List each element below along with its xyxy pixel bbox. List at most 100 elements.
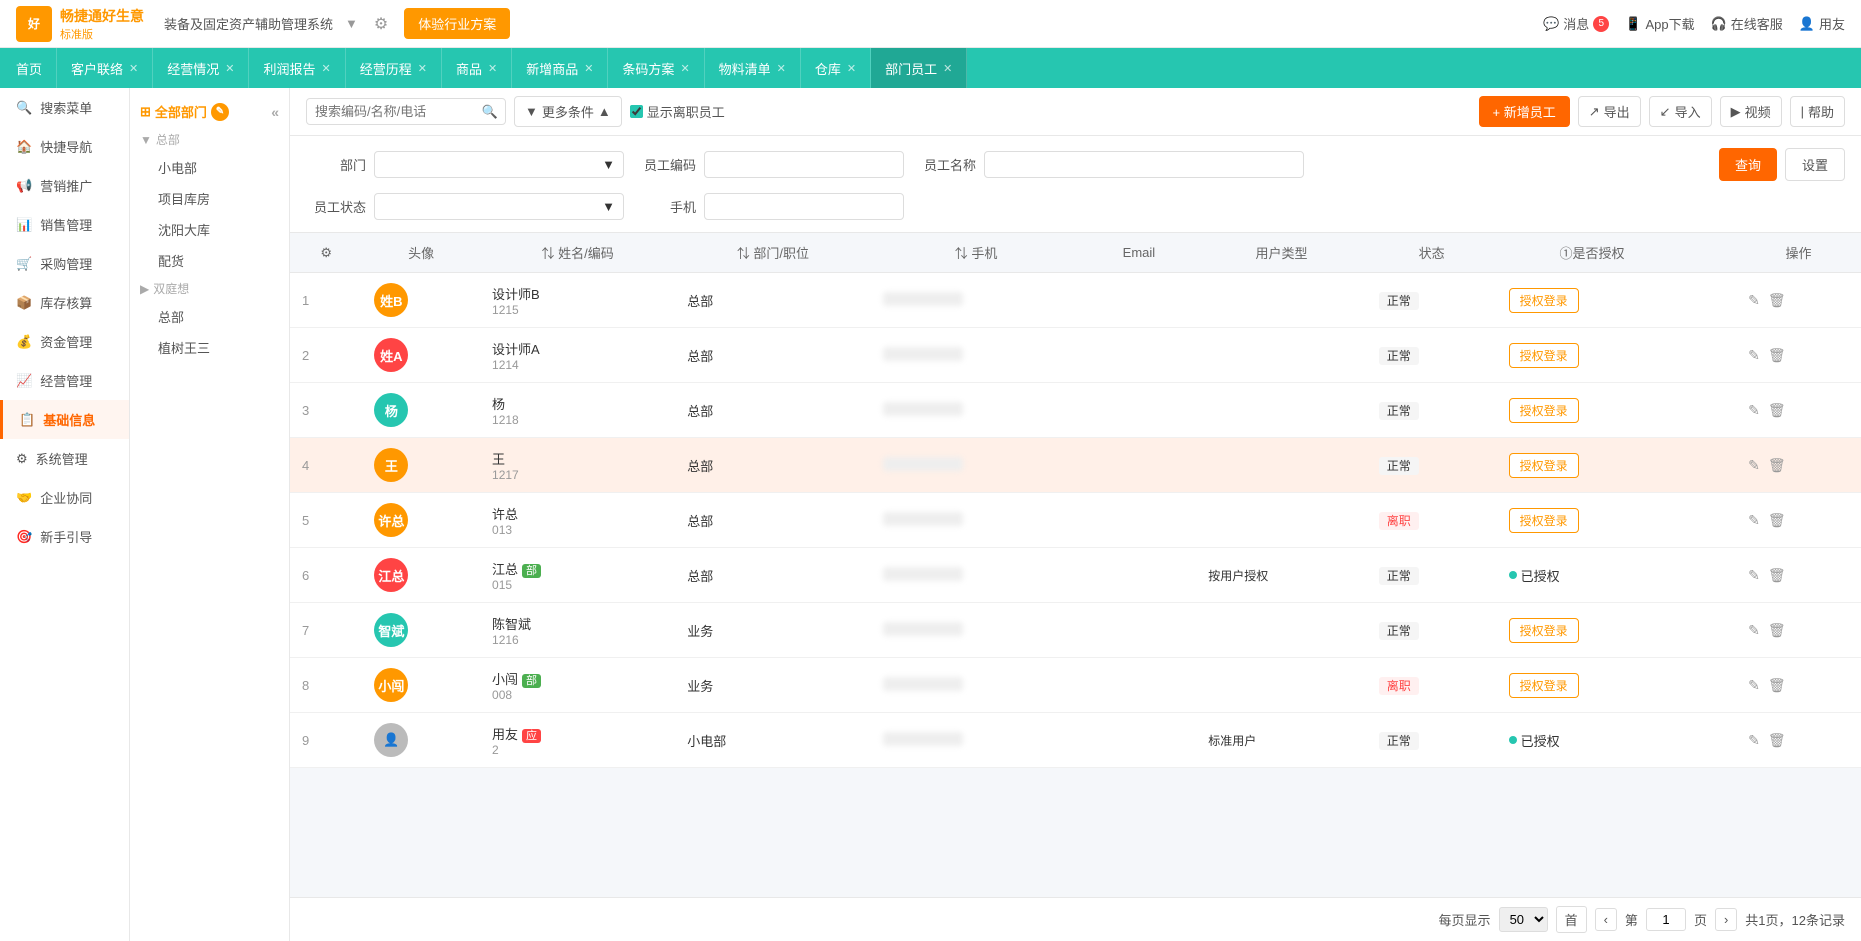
- settings-button[interactable]: 设置: [1785, 148, 1845, 181]
- sidebar-item-collab[interactable]: 🤝 企业协同: [0, 478, 129, 517]
- tab-operation[interactable]: 经营情况✕: [153, 48, 249, 88]
- dept-item-shuangtingxiang[interactable]: ▶ 双庭想: [130, 276, 289, 301]
- auth-login-button[interactable]: 授权登录: [1509, 398, 1579, 423]
- delete-icon[interactable]: 🗑: [1768, 457, 1786, 474]
- sidebar-item-quicknav[interactable]: 🏠 快捷导航: [0, 127, 129, 166]
- search-input[interactable]: [306, 98, 506, 125]
- tab-goods[interactable]: 商品✕: [442, 48, 512, 88]
- auth-login-button[interactable]: 授权登录: [1509, 618, 1579, 643]
- edit-icon[interactable]: ✎: [1748, 732, 1760, 749]
- sidebar-item-finance[interactable]: 💰 资金管理: [0, 322, 129, 361]
- user-item[interactable]: 👤 用友: [1799, 14, 1845, 33]
- app-download-item[interactable]: 📱 App下载: [1625, 14, 1694, 33]
- user-avatar-icon: 👤: [1799, 16, 1815, 32]
- prev-page-button[interactable]: ‹: [1595, 908, 1617, 931]
- view-button[interactable]: ▶ 视频: [1720, 96, 1782, 127]
- tab-warehouse[interactable]: 仓库✕: [801, 48, 871, 88]
- dept-select[interactable]: ▼: [374, 151, 624, 178]
- close-history-icon[interactable]: ✕: [418, 62, 427, 75]
- show-resigned-label[interactable]: 显示离职员工: [630, 102, 725, 121]
- close-customer-icon[interactable]: ✕: [129, 62, 138, 75]
- tab-bom[interactable]: 物料清单✕: [705, 48, 801, 88]
- add-employee-button[interactable]: + 新增员工: [1479, 96, 1570, 127]
- total-label: 共1页，12条记录: [1745, 910, 1845, 929]
- sidebar-item-search[interactable]: 🔍 搜索菜单: [0, 88, 129, 127]
- edit-icon[interactable]: ✎: [1748, 402, 1760, 419]
- dept-item-xiaodibu[interactable]: 小电部: [130, 152, 289, 183]
- delete-icon[interactable]: 🗑: [1768, 677, 1786, 694]
- dept-group-zongbu[interactable]: ▼ 总部: [130, 127, 289, 152]
- tab-home[interactable]: 首页: [8, 48, 57, 88]
- more-filter-button[interactable]: ▼ 更多条件 ▲: [514, 96, 622, 127]
- sidebar-item-sales[interactable]: 📊 销售管理: [0, 205, 129, 244]
- query-button[interactable]: 查询: [1719, 148, 1777, 181]
- close-bom-icon[interactable]: ✕: [777, 62, 786, 75]
- close-operation-icon[interactable]: ✕: [225, 62, 234, 75]
- delete-icon[interactable]: 🗑: [1768, 567, 1786, 584]
- delete-icon[interactable]: 🗑: [1768, 512, 1786, 529]
- edit-icon[interactable]: ✎: [1748, 677, 1760, 694]
- import-button[interactable]: ↙ 导入: [1649, 96, 1712, 127]
- sidebar-item-system[interactable]: ⚙ 系统管理: [0, 439, 129, 478]
- dept-item-peihuo[interactable]: 配货: [130, 245, 289, 276]
- tab-barcode[interactable]: 条码方案✕: [608, 48, 704, 88]
- delete-icon[interactable]: 🗑: [1768, 622, 1786, 639]
- auth-login-button[interactable]: 授权登录: [1509, 288, 1579, 313]
- page-number-input[interactable]: [1646, 908, 1686, 931]
- sidebar-item-purchase[interactable]: 🛒 采购管理: [0, 244, 129, 283]
- tab-newgoods[interactable]: 新增商品✕: [512, 48, 608, 88]
- sidebar-item-basic[interactable]: 📋 基础信息: [0, 400, 129, 439]
- gear-icon[interactable]: ⚙: [374, 14, 388, 34]
- close-employees-icon[interactable]: ✕: [943, 62, 952, 75]
- row-dept: 总部: [675, 438, 870, 493]
- close-warehouse-icon[interactable]: ✕: [847, 62, 856, 75]
- delete-icon[interactable]: 🗑: [1768, 402, 1786, 419]
- service-item[interactable]: 🎧 在线客服: [1711, 14, 1783, 33]
- show-resigned-checkbox[interactable]: [630, 105, 643, 118]
- per-page-select[interactable]: 50: [1499, 907, 1548, 932]
- delete-icon[interactable]: 🗑: [1768, 347, 1786, 364]
- tab-history[interactable]: 经营历程✕: [346, 48, 442, 88]
- status-select[interactable]: ▼: [374, 193, 624, 220]
- empname-input[interactable]: [984, 151, 1304, 178]
- close-profit-icon[interactable]: ✕: [322, 62, 331, 75]
- sidebar-item-marketing[interactable]: 📢 营销推广: [0, 166, 129, 205]
- sidebar-item-inventory[interactable]: 📦 库存核算: [0, 283, 129, 322]
- edit-icon[interactable]: ✎: [1748, 622, 1760, 639]
- first-page-button[interactable]: 首: [1556, 906, 1587, 933]
- close-barcode-icon[interactable]: ✕: [680, 62, 689, 75]
- auth-login-button[interactable]: 授权登录: [1509, 508, 1579, 533]
- edit-icon[interactable]: ✎: [1748, 512, 1760, 529]
- sidebar-item-management[interactable]: 📈 经营管理: [0, 361, 129, 400]
- app-icon: 📱: [1625, 16, 1641, 32]
- edit-icon[interactable]: ✎: [1748, 567, 1760, 584]
- tab-profit[interactable]: 利润报告✕: [249, 48, 345, 88]
- edit-icon[interactable]: ✎: [1748, 457, 1760, 474]
- empcode-input[interactable]: [704, 151, 904, 178]
- dropdown-arrow-icon[interactable]: ▼: [345, 16, 358, 31]
- dept-item-zhizhi[interactable]: 植树王三: [130, 332, 289, 363]
- message-item[interactable]: 💬 消息 5: [1543, 14, 1609, 33]
- export-button[interactable]: ↗ 导出: [1578, 96, 1641, 127]
- phone-input[interactable]: [704, 193, 904, 220]
- dept-item-projectroom[interactable]: 项目库房: [130, 183, 289, 214]
- dept-edit-icon[interactable]: ✎: [211, 103, 229, 121]
- close-goods-icon[interactable]: ✕: [488, 62, 497, 75]
- auth-login-button[interactable]: 授权登录: [1509, 673, 1579, 698]
- dept-item-shenyang[interactable]: 沈阳大库: [130, 214, 289, 245]
- trial-button[interactable]: 体验行业方案: [404, 8, 510, 39]
- delete-icon[interactable]: 🗑: [1768, 292, 1786, 309]
- tab-employees[interactable]: 部门员工✕: [871, 48, 967, 88]
- auth-login-button[interactable]: 授权登录: [1509, 343, 1579, 368]
- delete-icon[interactable]: 🗑: [1768, 732, 1786, 749]
- dept-item-zongbu2[interactable]: 总部: [130, 301, 289, 332]
- next-page-button[interactable]: ›: [1715, 908, 1737, 931]
- tab-customer[interactable]: 客户联络✕: [57, 48, 153, 88]
- edit-icon[interactable]: ✎: [1748, 347, 1760, 364]
- help-button[interactable]: | 帮助: [1790, 96, 1845, 127]
- auth-login-button[interactable]: 授权登录: [1509, 453, 1579, 478]
- edit-icon[interactable]: ✎: [1748, 292, 1760, 309]
- dept-collapse-icon[interactable]: «: [271, 104, 279, 120]
- sidebar-item-guide[interactable]: 🎯 新手引导: [0, 517, 129, 556]
- close-newgoods-icon[interactable]: ✕: [584, 62, 593, 75]
